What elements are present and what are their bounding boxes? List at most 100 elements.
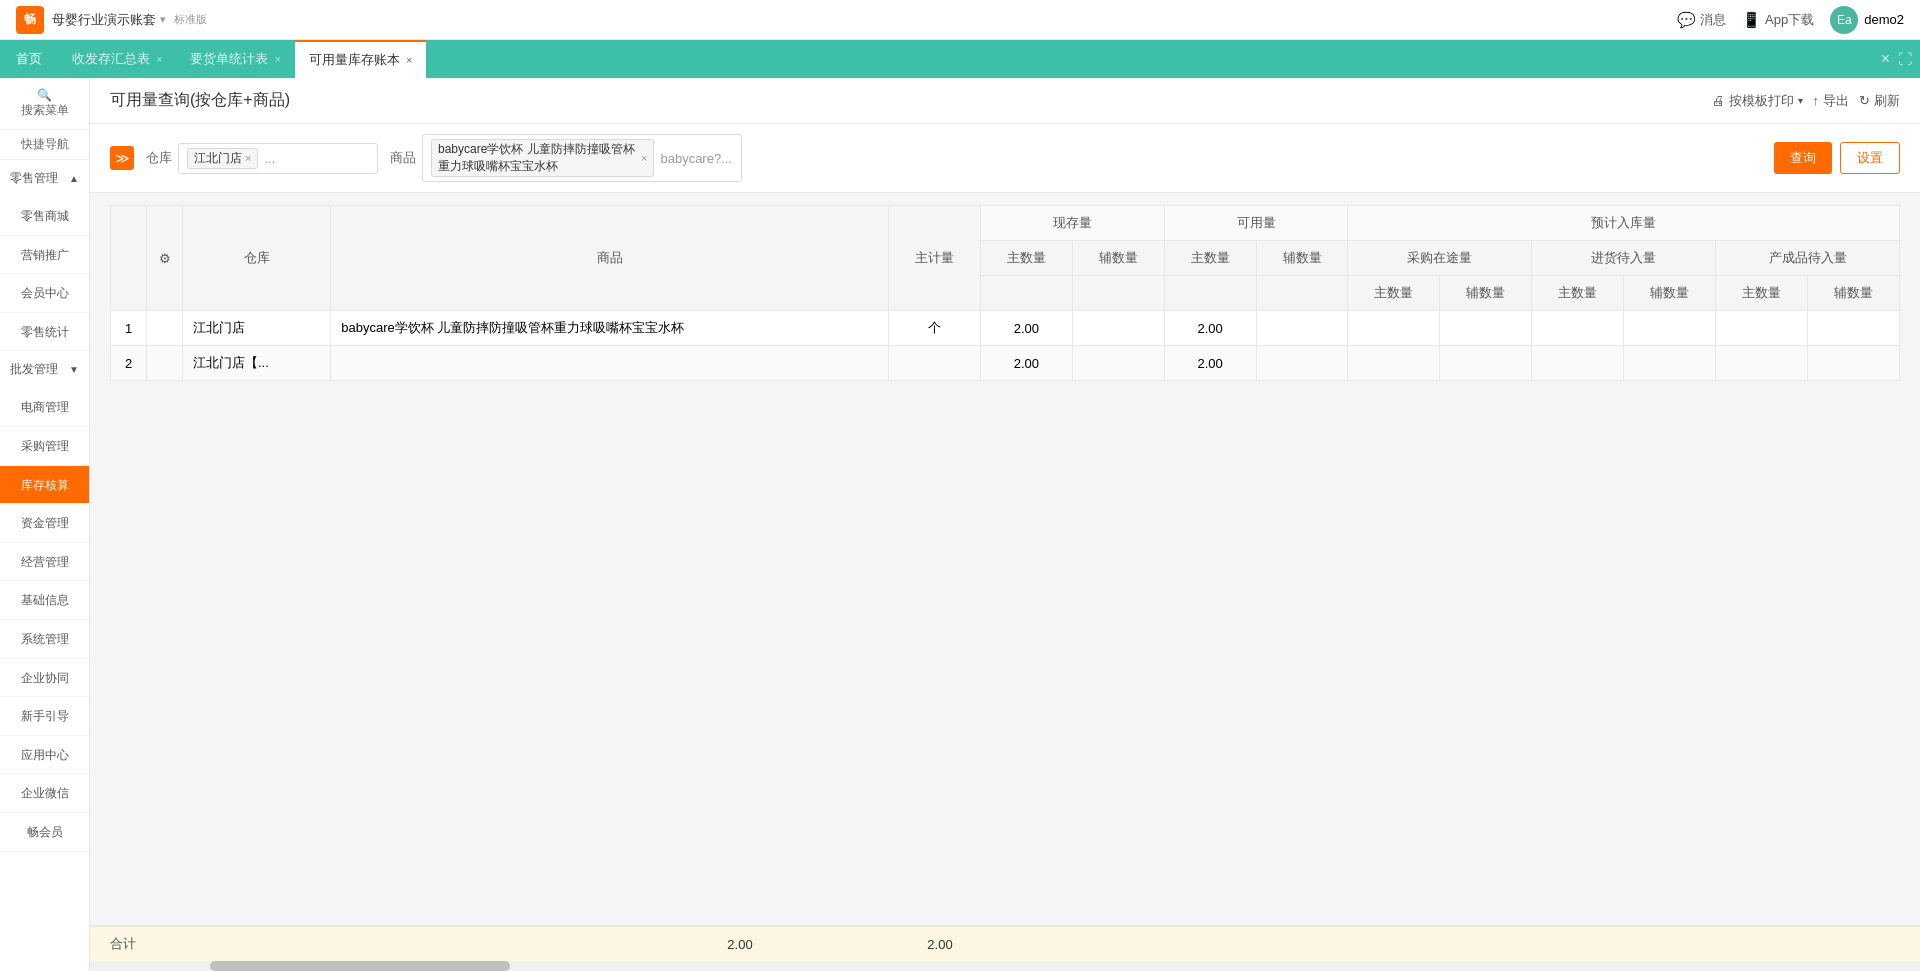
close-tab-icon[interactable]: × <box>274 53 280 65</box>
sidebar-item-new-guide[interactable]: 新手引导 <box>0 697 89 736</box>
top-bar: 畅 母婴行业演示账套 ▾ 标准版 💬 消息 📱 App下载 Ea demo2 <box>0 0 1920 40</box>
row-inb-main <box>1532 346 1624 381</box>
company-name: 母婴行业演示账套 <box>52 11 156 29</box>
product-label: 商品 <box>390 149 416 167</box>
product-filter-group: 商品 babycare学饮杯 儿童防摔防撞吸管杯重力球吸嘴杯宝宝水杯 × bab… <box>390 134 742 182</box>
row-stock-main: 2.00 <box>980 311 1072 346</box>
sidebar-item-app-center[interactable]: 应用中心 <box>0 736 89 775</box>
row-prod-aux <box>1807 311 1899 346</box>
sidebar-item-operations[interactable]: 经营管理 <box>0 543 89 582</box>
sidebar-item-retail-stats[interactable]: 零售统计 <box>0 313 89 352</box>
tab-home[interactable]: 首页 <box>0 40 58 78</box>
tab-receive-summary[interactable]: 收发存汇总表 × <box>58 40 176 78</box>
content-area: 可用量查询(按仓库+商品) 🖨 按模板打印 ▾ ↑ 导出 ↻ 刷新 <box>90 78 1920 971</box>
logo-icon: 畅 <box>16 6 44 34</box>
sidebar-item-enterprise-wechat[interactable]: 企业微信 <box>0 774 89 813</box>
sidebar: 🔍 搜索菜单 快捷导航 零售管理 ▲ 零售商城 营销推广 会员中心 零售统计 批… <box>0 78 90 971</box>
user-profile[interactable]: Ea demo2 <box>1830 6 1904 34</box>
horizontal-scrollbar[interactable] <box>90 961 1920 971</box>
sidebar-item-basic-info[interactable]: 基础信息 <box>0 581 89 620</box>
sidebar-item-purchase[interactable]: 采购管理 <box>0 427 89 466</box>
table-container: ⚙ 仓库 商品 主计量 现存量 <box>90 193 1920 925</box>
available-header: 可用量 <box>1164 206 1348 241</box>
message-button[interactable]: 💬 消息 <box>1677 11 1726 29</box>
row-no: 1 <box>111 311 147 346</box>
warehouse-input[interactable]: 江北门店 × ... <box>178 143 378 174</box>
company-selector[interactable]: 母婴行业演示账套 ▾ <box>52 11 166 29</box>
row-unit: 个 <box>889 311 981 346</box>
sidebar-item-label: 批发管理 <box>10 361 58 378</box>
scrollbar-thumb[interactable] <box>210 961 510 971</box>
footer-stock-main: 2.00 <box>680 937 800 952</box>
sidebar-item-member[interactable]: 畅会员 <box>0 813 89 852</box>
tab-order-stats[interactable]: 要货单统计表 × <box>176 40 294 78</box>
warehouse-header: 仓库 <box>183 206 331 311</box>
footer-avail-main: 2.00 <box>880 937 1000 952</box>
close-tab-icon[interactable]: × <box>406 54 412 66</box>
planned-inbound-header: 预计入库量 <box>1348 206 1900 241</box>
row-stock-aux <box>1072 346 1164 381</box>
sidebar-quick-nav[interactable]: 快捷导航 <box>0 130 89 160</box>
sidebar-item-retail-mgmt[interactable]: 零售管理 ▲ <box>0 160 89 197</box>
product-tag: babycare学饮杯 儿童防摔防撞吸管杯重力球吸嘴杯宝宝水杯 × <box>431 139 654 177</box>
close-all-tabs-icon[interactable]: × <box>1881 50 1890 68</box>
refresh-icon: ↻ <box>1859 93 1870 108</box>
prod-main-sub: 主数量 <box>1716 276 1808 311</box>
row-gear <box>147 346 183 381</box>
sidebar-item-member-center[interactable]: 会员中心 <box>0 274 89 313</box>
message-icon: 💬 <box>1677 11 1696 29</box>
export-button[interactable]: ↑ 导出 <box>1813 92 1850 110</box>
dropdown-arrow-icon: ▾ <box>1798 95 1803 106</box>
stock-aux-qty-header: 辅数量 <box>1072 241 1164 276</box>
table-row: 2 江北门店【... 2.00 2.00 <box>111 346 1900 381</box>
sidebar-item-enterprise-collab[interactable]: 企业协同 <box>0 659 89 698</box>
sidebar-item-label: 零售管理 <box>10 170 58 187</box>
export-icon: ↑ <box>1813 93 1820 108</box>
table-row: 1 江北门店 babycare学饮杯 儿童防摔防撞吸管杯重力球吸嘴杯宝宝水杯 个… <box>111 311 1900 346</box>
remove-product-tag-icon[interactable]: × <box>641 152 647 164</box>
sidebar-item-marketing[interactable]: 营销推广 <box>0 236 89 275</box>
avail-aux-sub <box>1256 276 1348 311</box>
dropdown-arrow-icon: ▾ <box>160 13 166 26</box>
sidebar-search[interactable]: 🔍 搜索菜单 <box>0 78 89 130</box>
warehouse-ellipsis[interactable]: ... <box>264 151 275 166</box>
row-warehouse: 江北门店【... <box>183 346 331 381</box>
phone-icon: 📱 <box>1742 11 1761 29</box>
sidebar-item-finance[interactable]: 资金管理 <box>0 504 89 543</box>
product-input[interactable]: babycare学饮杯 儿童防摔防撞吸管杯重力球吸嘴杯宝宝水杯 × babyca… <box>422 134 742 182</box>
user-name: demo2 <box>1864 12 1904 27</box>
product-more[interactable]: babycare?... <box>660 151 732 166</box>
inb-aux-sub: 辅数量 <box>1624 276 1716 311</box>
warehouse-filter-group: 仓库 江北门店 × ... <box>146 143 378 174</box>
sidebar-item-inventory[interactable]: 库存核算 <box>0 466 89 505</box>
sidebar-item-retail-mall[interactable]: 零售商城 <box>0 197 89 236</box>
row-avail-aux <box>1256 346 1348 381</box>
close-tab-icon[interactable]: × <box>156 53 162 65</box>
row-avail-aux <box>1256 311 1348 346</box>
gear-header[interactable]: ⚙ <box>147 206 183 311</box>
page-header: 可用量查询(按仓库+商品) 🖨 按模板打印 ▾ ↑ 导出 ↻ 刷新 <box>90 78 1920 124</box>
arrow-icon: ▼ <box>69 364 79 375</box>
row-product <box>331 346 889 381</box>
remove-warehouse-tag-icon[interactable]: × <box>245 152 251 164</box>
avail-main-qty-header: 主数量 <box>1164 241 1256 276</box>
query-button[interactable]: 查询 <box>1774 142 1832 174</box>
app-download-button[interactable]: 📱 App下载 <box>1742 11 1814 29</box>
top-bar-right: 💬 消息 📱 App下载 Ea demo2 <box>1677 6 1904 34</box>
settings-button[interactable]: 设置 <box>1840 142 1900 174</box>
inb-main-sub: 主数量 <box>1532 276 1624 311</box>
expand-icon[interactable]: ⛶ <box>1898 51 1912 67</box>
sidebar-item-wholesale-mgmt[interactable]: 批发管理 ▼ <box>0 351 89 388</box>
printer-icon: 🖨 <box>1712 93 1725 108</box>
refresh-button[interactable]: ↻ 刷新 <box>1859 92 1900 110</box>
filter-toggle-button[interactable]: ≫ <box>110 146 134 170</box>
row-warehouse: 江北门店 <box>183 311 331 346</box>
tab-available-stock[interactable]: 可用量库存账本 × <box>295 40 426 78</box>
inbound-pending-header: 进货待入量 <box>1532 241 1716 276</box>
main-unit-header: 主计量 <box>889 206 981 311</box>
sidebar-item-ecommerce[interactable]: 电商管理 <box>0 388 89 427</box>
sidebar-item-system[interactable]: 系统管理 <box>0 620 89 659</box>
pur-aux-sub: 辅数量 <box>1440 276 1532 311</box>
page-title: 可用量查询(按仓库+商品) <box>110 90 290 123</box>
template-print-button[interactable]: 🖨 按模板打印 ▾ <box>1712 92 1803 110</box>
